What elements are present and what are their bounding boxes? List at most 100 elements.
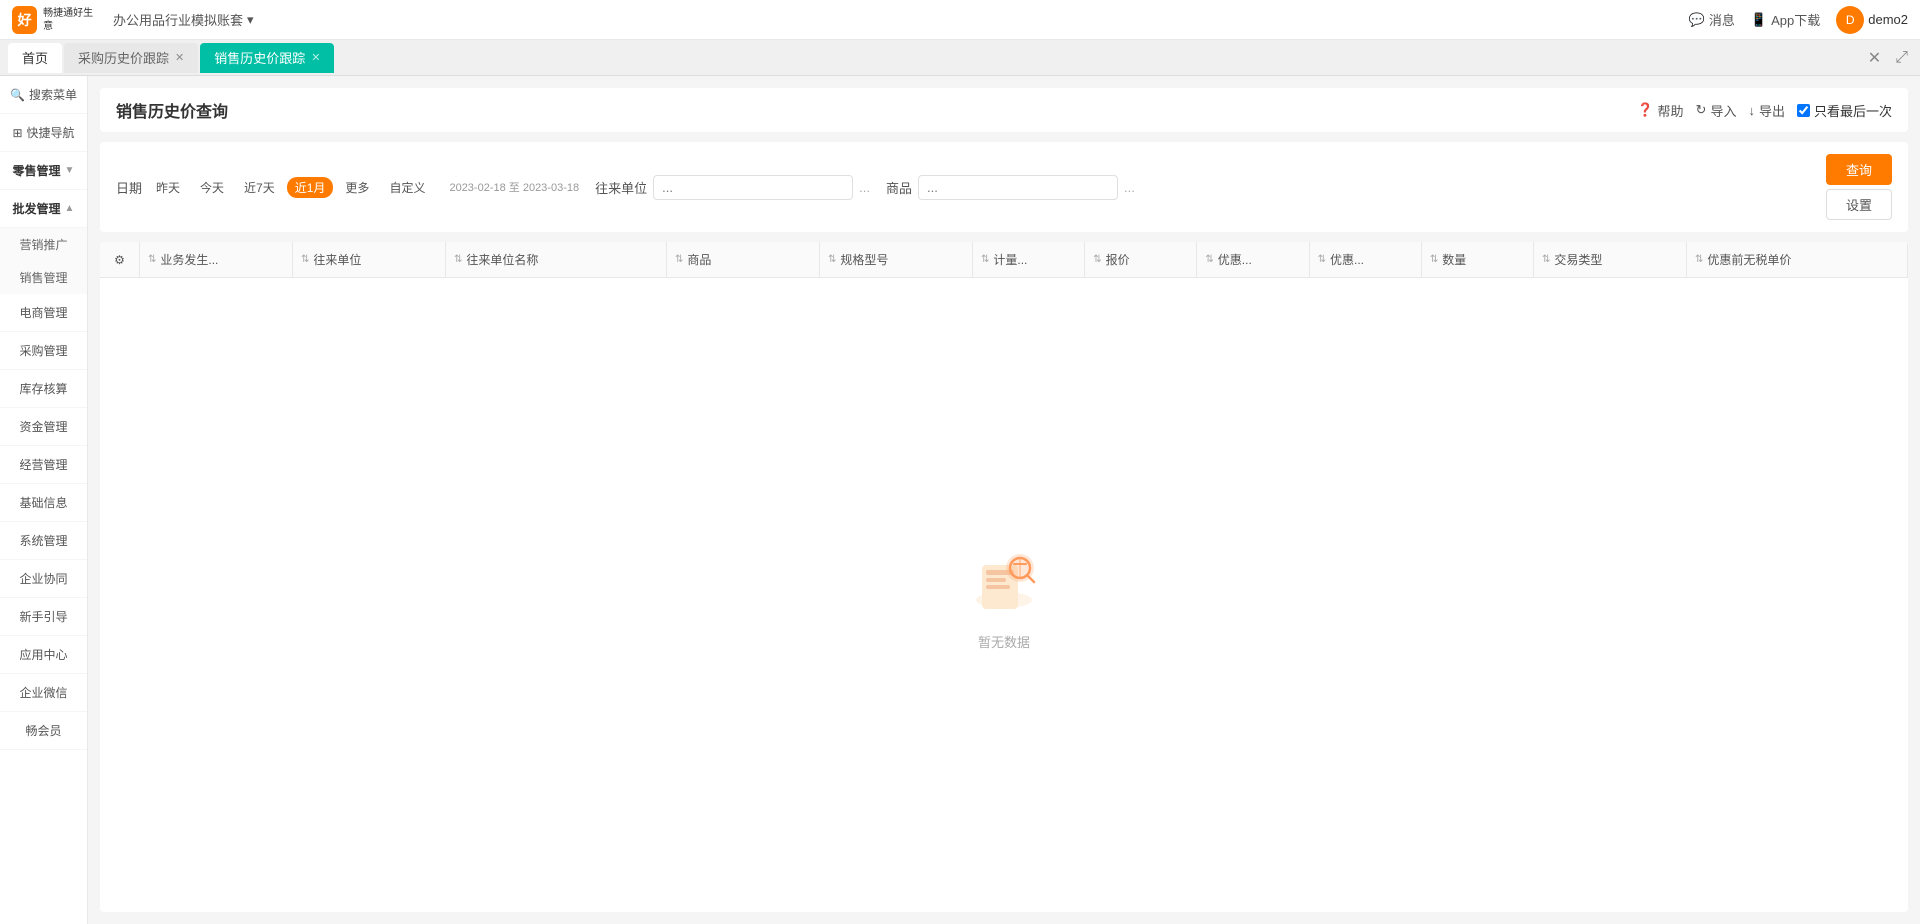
sidebar-label-wholesale: 批发管理 <box>13 200 61 217</box>
user-area[interactable]: D demo2 <box>1836 6 1908 34</box>
tab-sales-close[interactable]: ✕ <box>311 51 320 64</box>
avatar: D <box>1836 6 1864 34</box>
import-icon: ↻ <box>1696 102 1707 118</box>
th-biz-date[interactable]: ⇅ 业务发生... <box>140 242 293 277</box>
tab-sales-label: 销售历史价跟踪 <box>214 48 305 67</box>
sidebar-item-enterprise[interactable]: 企业协同 <box>0 560 87 598</box>
wholesale-arrow: ▲ <box>65 203 75 214</box>
sidebar-label-appstore: 应用中心 <box>19 646 67 663</box>
sidebar-item-retail[interactable]: 零售管理 ▼ <box>0 152 87 190</box>
date-btn-yesterday[interactable]: 昨天 <box>148 177 188 198</box>
sidebar-item-ops[interactable]: 经营管理 <box>0 446 87 484</box>
sidebar-label-sales-mgmt: 销售管理 <box>19 271 67 285</box>
th-discount2[interactable]: ⇅ 优惠... <box>1310 242 1422 277</box>
tab-bar: 首页 采购历史价跟踪 ✕ 销售历史价跟踪 ✕ ✕ ⤢ <box>0 40 1920 76</box>
sort-icon-5: ⇅ <box>828 254 836 265</box>
query-button[interactable]: 查询 <box>1826 154 1892 185</box>
sidebar-item-membership[interactable]: 畅会员 <box>0 712 87 750</box>
sidebar-label-purchase: 采购管理 <box>19 342 67 359</box>
tab-sales[interactable]: 销售历史价跟踪 ✕ <box>200 43 334 73</box>
partner-input[interactable] <box>653 175 853 200</box>
tab-purchase[interactable]: 采购历史价跟踪 ✕ <box>64 43 198 73</box>
sidebar-label-marketing: 营销推广 <box>19 238 67 252</box>
sidebar-item-base-info[interactable]: 基础信息 <box>0 484 87 522</box>
sidebar-item-inventory[interactable]: 库存核算 <box>0 370 87 408</box>
date-options: 昨天 今天 近7天 近1月 更多 自定义 <box>148 177 433 198</box>
sidebar-label-guide: 新手引导 <box>19 608 67 625</box>
fullscreen-icon[interactable]: ⤢ <box>1891 47 1912 69</box>
th-discount1[interactable]: ⇅ 优惠... <box>1197 242 1309 277</box>
sidebar: 🔍 搜索菜单 ⊞ 快捷导航 零售管理 ▼ 批发管理 ▲ 营销推广 销售管理 电商… <box>0 76 88 924</box>
th-unit[interactable]: ⇅ 计量... <box>973 242 1085 277</box>
sort-icon-8: ⇅ <box>1205 254 1213 265</box>
import-label: 导入 <box>1710 101 1736 120</box>
main-layout: 🔍 搜索菜单 ⊞ 快捷导航 零售管理 ▼ 批发管理 ▲ 营销推广 销售管理 电商… <box>0 76 1920 924</box>
th-spec[interactable]: ⇅ 规格型号 <box>820 242 973 277</box>
sidebar-item-guide[interactable]: 新手引导 <box>0 598 87 636</box>
table-container: ⚙ ⇅ 业务发生... ⇅ 往来单位 ⇅ 往来单位名称 ⇅ 商品 <box>100 242 1908 912</box>
partner-filter-group: 往来单位 ... <box>595 175 870 200</box>
sidebar-item-appstore[interactable]: 应用中心 <box>0 636 87 674</box>
setting-button[interactable]: 设置 <box>1826 189 1892 220</box>
tab-purchase-close[interactable]: ✕ <box>175 51 184 64</box>
sort-icon-6: ⇅ <box>981 254 989 265</box>
sidebar-item-marketing[interactable]: 营销推广 <box>0 228 87 261</box>
help-btn[interactable]: ❓ 帮助 <box>1637 101 1683 120</box>
app-download-btn[interactable]: 📱 App下载 <box>1751 10 1820 29</box>
search-icon: 🔍 <box>10 88 25 102</box>
empty-text: 暂无数据 <box>978 632 1030 651</box>
sidebar-item-finance[interactable]: 资金管理 <box>0 408 87 446</box>
date-btn-today[interactable]: 今天 <box>192 177 232 198</box>
user-name: demo2 <box>1868 12 1908 27</box>
only-last-checkbox[interactable] <box>1797 104 1810 117</box>
th-pretax-price[interactable]: ⇅ 优惠前无税单价 <box>1687 242 1908 277</box>
message-icon: 💬 <box>1689 12 1705 28</box>
sidebar-label-search: 搜索菜单 <box>29 86 77 103</box>
top-header: 好 畅捷通好生意 办公用品行业模拟账套 ▾ 💬 消息 📱 App下载 D dem… <box>0 0 1920 40</box>
page-title: 销售历史价查询 <box>116 98 228 122</box>
date-btn-more[interactable]: 更多 <box>337 177 377 198</box>
th-gear[interactable]: ⚙ <box>100 242 140 277</box>
table-header: ⚙ ⇅ 业务发生... ⇅ 往来单位 ⇅ 往来单位名称 ⇅ 商品 <box>100 242 1908 278</box>
sidebar-item-system[interactable]: 系统管理 <box>0 522 87 560</box>
goods-dots[interactable]: ... <box>1124 180 1135 195</box>
sidebar-label-finance: 资金管理 <box>19 418 67 435</box>
sort-icon-10: ⇅ <box>1430 254 1438 265</box>
sidebar-item-wechat[interactable]: 企业微信 <box>0 674 87 712</box>
date-btn-1month[interactable]: 近1月 <box>287 177 334 198</box>
sidebar-item-wholesale[interactable]: 批发管理 ▲ <box>0 190 87 228</box>
tab-home[interactable]: 首页 <box>8 43 62 73</box>
import-btn[interactable]: ↻ 导入 <box>1696 101 1737 120</box>
only-last-label: 只看最后一次 <box>1814 101 1892 120</box>
sidebar-item-sales-mgmt[interactable]: 销售管理 <box>0 261 87 294</box>
th-partner-name[interactable]: ⇅ 往来单位名称 <box>446 242 667 277</box>
goods-input[interactable] <box>918 175 1118 200</box>
sidebar-item-search-menu[interactable]: 🔍 搜索菜单 <box>0 76 87 114</box>
th-qty[interactable]: ⇅ 数量 <box>1422 242 1534 277</box>
gear-icon: ⚙ <box>114 253 125 267</box>
export-btn[interactable]: ↓ 导出 <box>1748 101 1785 120</box>
sidebar-item-purchase[interactable]: 采购管理 <box>0 332 87 370</box>
partner-dots[interactable]: ... <box>859 180 870 195</box>
th-goods[interactable]: ⇅ 商品 <box>667 242 820 277</box>
th-partner-code[interactable]: ⇅ 往来单位 <box>293 242 446 277</box>
empty-state: 暂无数据 <box>100 278 1908 912</box>
sidebar-label-enterprise: 企业协同 <box>19 570 67 587</box>
th-price[interactable]: ⇅ 报价 <box>1085 242 1197 277</box>
sidebar-item-ecommerce[interactable]: 电商管理 <box>0 294 87 332</box>
company-dropdown[interactable]: 办公用品行业模拟账套 ▾ <box>105 6 262 33</box>
sort-icon-12: ⇅ <box>1695 254 1703 265</box>
th-trade-type[interactable]: ⇅ 交易类型 <box>1534 242 1687 277</box>
filter-buttons: 查询 设置 <box>1826 154 1892 220</box>
export-label: 导出 <box>1759 101 1785 120</box>
date-btn-7days[interactable]: 近7天 <box>236 177 283 198</box>
filter-bar: 日期 昨天 今天 近7天 近1月 更多 自定义 2023-02-18 至 202… <box>100 142 1908 232</box>
close-all-icon[interactable]: ✕ <box>1864 46 1885 70</box>
logo-icon: 好 <box>12 6 37 34</box>
message-btn[interactable]: 💬 消息 <box>1689 10 1735 29</box>
date-btn-custom[interactable]: 自定义 <box>381 177 433 198</box>
sidebar-item-quick-nav[interactable]: ⊞ 快捷导航 <box>0 114 87 152</box>
phone-icon: 📱 <box>1751 12 1767 28</box>
sort-icon-4: ⇅ <box>675 254 683 265</box>
logo-area: 好 畅捷通好生意 <box>12 6 97 34</box>
